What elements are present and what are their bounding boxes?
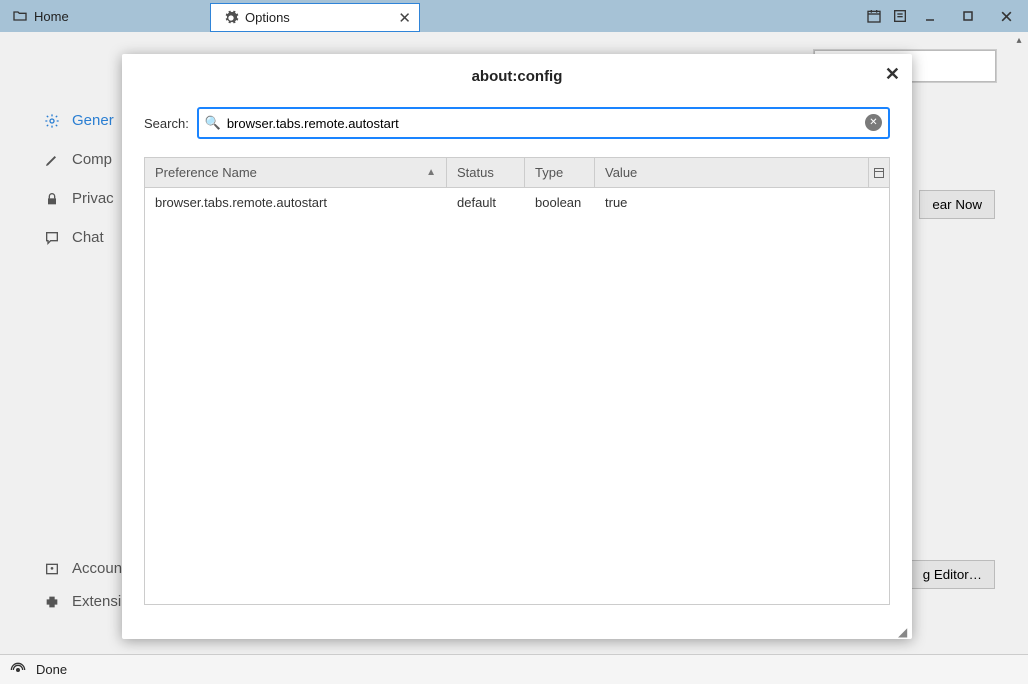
- cell-value: true: [595, 195, 889, 210]
- statusbar-text: Done: [36, 662, 67, 677]
- column-header-name[interactable]: Preference Name ▲: [145, 158, 447, 187]
- sidebar-item-composition[interactable]: Comp: [44, 151, 114, 168]
- tab-options-label: Options: [245, 10, 290, 25]
- sidebar-item-general[interactable]: Gener: [44, 112, 114, 129]
- network-icon[interactable]: [10, 662, 26, 678]
- table-row[interactable]: browser.tabs.remote.autostart default bo…: [145, 188, 889, 216]
- app-toolbar-icons: [866, 0, 908, 32]
- cell-type: boolean: [525, 195, 595, 210]
- column-header-value[interactable]: Value: [595, 158, 869, 187]
- maximize-button[interactable]: [956, 4, 980, 28]
- sidebar-label: Comp: [72, 151, 112, 168]
- preferences-table: Preference Name ▲ Status Type Value brow…: [144, 157, 890, 605]
- pencil-icon: [44, 152, 60, 168]
- folder-icon: [12, 8, 28, 24]
- minimize-button[interactable]: [918, 4, 942, 28]
- cell-name: browser.tabs.remote.autostart: [145, 195, 447, 210]
- dialog-resize-handle[interactable]: ◢: [898, 625, 910, 637]
- gear-icon: [223, 10, 239, 26]
- chat-icon: [44, 230, 60, 246]
- scrollbar[interactable]: ▴: [1010, 32, 1028, 654]
- sidebar-label: Chat: [72, 229, 104, 246]
- sidebar-label: Accoun: [72, 560, 122, 577]
- statusbar: Done: [0, 654, 1028, 684]
- sidebar-item-privacy[interactable]: Privac: [44, 190, 114, 207]
- clear-now-button[interactable]: ear Now: [919, 190, 995, 219]
- lock-icon: [44, 191, 60, 207]
- options-sidebar: Gener Comp Privac Chat: [44, 112, 114, 246]
- window-controls: [918, 0, 1024, 32]
- dialog-close-icon[interactable]: ✕: [885, 64, 900, 85]
- sidebar-item-extensions[interactable]: Extensi: [44, 593, 122, 610]
- account-icon: [44, 561, 60, 577]
- column-header-status[interactable]: Status: [447, 158, 525, 187]
- about-config-dialog: about:config ✕ Search: 🔍 ✕ Preference Na…: [122, 54, 912, 639]
- calendar-icon[interactable]: [866, 8, 882, 24]
- sidebar-label: Gener: [72, 112, 114, 129]
- search-icon: 🔍: [205, 115, 221, 131]
- column-config-icon[interactable]: [869, 158, 889, 187]
- cell-status: default: [447, 195, 525, 210]
- sidebar-item-accounts[interactable]: Accoun: [44, 560, 122, 577]
- tab-home-label: Home: [34, 9, 69, 24]
- dialog-title: about:config ✕: [122, 54, 912, 93]
- gear-icon: [44, 113, 60, 129]
- sidebar-bottom: Accoun Extensi: [44, 560, 122, 610]
- close-window-button[interactable]: [994, 4, 1018, 28]
- tasks-icon[interactable]: [892, 8, 908, 24]
- puzzle-icon: [44, 594, 60, 610]
- config-search-input[interactable]: [197, 107, 890, 139]
- sidebar-label: Privac: [72, 190, 114, 207]
- titlebar: Home Options ✕: [0, 0, 1028, 32]
- tab-options[interactable]: Options ✕: [210, 3, 420, 32]
- tab-close-icon[interactable]: ✕: [398, 9, 411, 27]
- clear-search-icon[interactable]: ✕: [865, 114, 882, 131]
- sidebar-label: Extensi: [72, 593, 121, 610]
- search-label: Search:: [144, 116, 189, 131]
- config-editor-button[interactable]: g Editor…: [910, 560, 995, 589]
- dialog-title-text: about:config: [472, 68, 563, 85]
- sort-asc-icon: ▲: [426, 167, 436, 178]
- scroll-up-icon[interactable]: ▴: [1010, 32, 1028, 48]
- tab-home[interactable]: Home: [0, 0, 81, 32]
- sidebar-item-chat[interactable]: Chat: [44, 229, 114, 246]
- table-header: Preference Name ▲ Status Type Value: [145, 158, 889, 188]
- column-header-type[interactable]: Type: [525, 158, 595, 187]
